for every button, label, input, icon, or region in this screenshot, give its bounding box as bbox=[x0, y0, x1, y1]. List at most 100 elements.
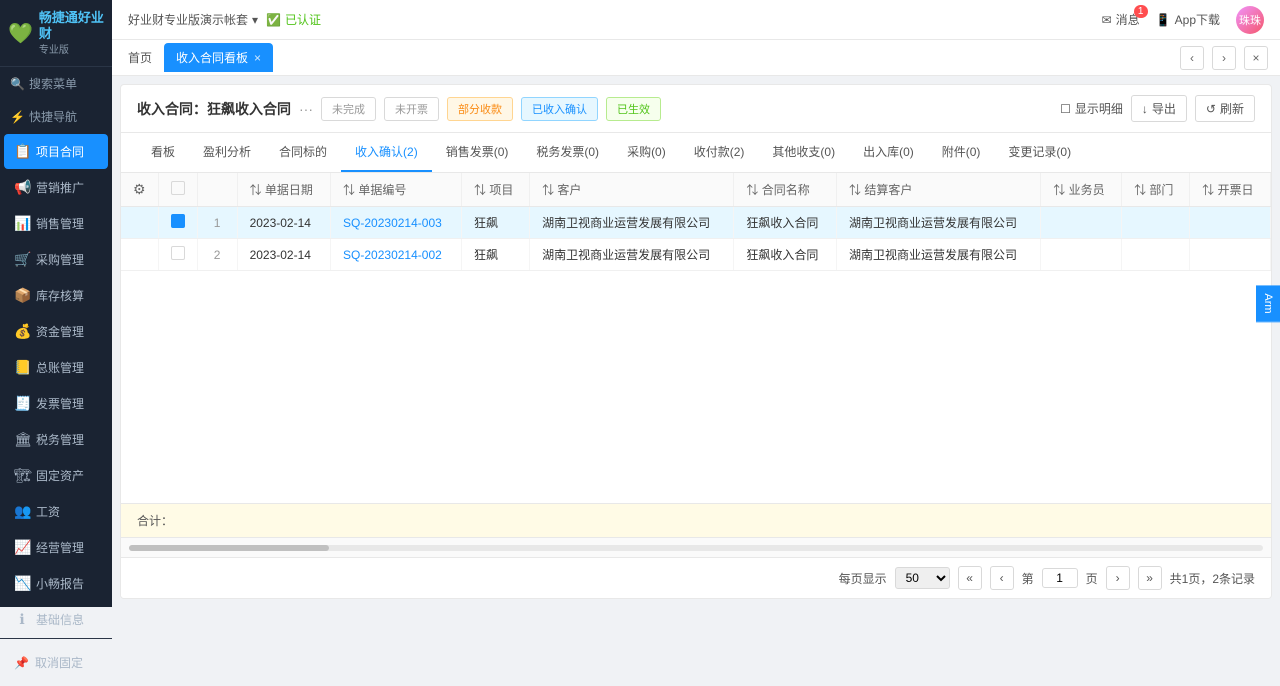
sidebar-item-tax[interactable]: 🏛税务管理 bbox=[4, 422, 108, 457]
sidebar-item-project-contract[interactable]: 📋项目合同 bbox=[4, 134, 108, 169]
sidebar-icon-hr: 👥 bbox=[14, 503, 30, 520]
tab-prev-button[interactable]: ‹ bbox=[1180, 46, 1204, 70]
sidebar-item-purchase[interactable]: 🛒采购管理 bbox=[4, 242, 108, 277]
sidebar-item-ops[interactable]: 📈经营管理 bbox=[4, 530, 108, 565]
col-settle-customer: ⇅ 结算客户 bbox=[837, 173, 1041, 207]
topbar-right: ✉ 消息 1 📱 App下载 珠珠 bbox=[1102, 6, 1264, 34]
status-confirmed-button[interactable]: 已收入确认 bbox=[521, 97, 598, 121]
sub-tab-tax-invoice[interactable]: 税务发票(0) bbox=[522, 133, 613, 172]
table-row[interactable]: 2 2023-02-14 SQ-20230214-002 狂飙 湖南卫视商业运营… bbox=[121, 239, 1271, 271]
summary-label: 合计： bbox=[137, 512, 173, 529]
col-number-label: ⇅ 单据编号 bbox=[343, 183, 406, 197]
tab-close-all-button[interactable]: × bbox=[1244, 46, 1268, 70]
col-department: ⇅ 部门 bbox=[1122, 173, 1190, 207]
settings-icon[interactable]: ⚙ bbox=[133, 181, 146, 197]
contract-more-button[interactable]: ··· bbox=[299, 101, 313, 117]
col-settings: ⚙ bbox=[121, 173, 158, 207]
row-number-link-0[interactable]: SQ-20230214-003 bbox=[343, 216, 442, 230]
sub-tab-contract-standard[interactable]: 合同标的 bbox=[265, 133, 341, 172]
col-project-label: ⇅ 项目 bbox=[474, 183, 513, 197]
app-edition: 专业版 bbox=[39, 41, 104, 56]
row-contract-name-0: 狂飙收入合同 bbox=[734, 207, 837, 239]
table-body: 1 2023-02-14 SQ-20230214-003 狂飙 湖南卫视商业运营… bbox=[121, 207, 1271, 271]
sidebar-bottom: 📌 取消固定 bbox=[0, 638, 112, 686]
app-download-button[interactable]: 📱 App下载 bbox=[1156, 11, 1220, 28]
row-customer-0: 湖南卫视商业运营发展有限公司 bbox=[530, 207, 734, 239]
topbar-left: 好业财专业版演示帐套 ▾ ✅ 已认证 bbox=[128, 11, 321, 28]
search-menu[interactable]: 🔍 搜索菜单 bbox=[0, 67, 112, 100]
sub-tab-attachment[interactable]: 附件(0) bbox=[928, 133, 995, 172]
per-page-select[interactable]: 50 100 bbox=[895, 567, 950, 589]
refresh-button[interactable]: ↺ 刷新 bbox=[1195, 95, 1255, 122]
refresh-label: 刷新 bbox=[1220, 100, 1244, 117]
sidebar-label-general: 总账管理 bbox=[36, 359, 84, 376]
company-selector[interactable]: 好业财专业版演示帐套 ▾ bbox=[128, 11, 258, 28]
sidebar-item-fund[interactable]: 💰资金管理 bbox=[4, 314, 108, 349]
contract-view: 收入合同：狂飙收入合同 ··· 未完成 未开票 部分收款 已收入确认 已生效 ☐… bbox=[120, 84, 1272, 599]
col-number: ⇅ 单据编号 bbox=[331, 173, 462, 207]
col-date: ⇅ 单据日期 bbox=[237, 173, 330, 207]
quick-nav-icon: ⚡ bbox=[10, 110, 25, 124]
row-number-1[interactable]: SQ-20230214-002 bbox=[331, 239, 462, 271]
sidebar-item-hr[interactable]: 👥工资 bbox=[4, 494, 108, 529]
sub-tab-profit[interactable]: 盈利分析 bbox=[189, 133, 265, 172]
row-check-0[interactable] bbox=[158, 207, 197, 239]
sidebar-item-general[interactable]: 📒总账管理 bbox=[4, 350, 108, 385]
sub-tab-sales-invoice[interactable]: 销售发票(0) bbox=[432, 133, 523, 172]
sidebar-item-fixed-assets[interactable]: 🏗固定资产 bbox=[4, 458, 108, 493]
data-table: ⚙ ⇅ 单据日期 ⇅ 单据编号 ⇅ 项目 ⇅ 客户 ⇅ 合同名称 ⇅ 结算客户 … bbox=[121, 173, 1271, 271]
sub-tab-purchase[interactable]: 采购(0) bbox=[613, 133, 680, 172]
arm-button[interactable]: Arm bbox=[1256, 285, 1280, 322]
scroll-thumb[interactable] bbox=[129, 545, 329, 551]
user-avatar[interactable]: 珠珠 bbox=[1236, 6, 1264, 34]
sidebar-item-mini-report[interactable]: 📉小畅报告 bbox=[4, 566, 108, 601]
unpin-button[interactable]: 📌 取消固定 bbox=[4, 647, 108, 678]
sub-tab-change-log[interactable]: 变更记录(0) bbox=[994, 133, 1085, 172]
status-partial-button[interactable]: 部分收款 bbox=[447, 97, 513, 121]
last-page-button[interactable]: » bbox=[1138, 566, 1162, 590]
table-row[interactable]: 1 2023-02-14 SQ-20230214-003 狂飙 湖南卫视商业运营… bbox=[121, 207, 1271, 239]
sub-tab-payment[interactable]: 收付款(2) bbox=[680, 133, 759, 172]
row-open-date-0 bbox=[1190, 207, 1271, 239]
status-incomplete-button[interactable]: 未完成 bbox=[321, 97, 376, 121]
sub-tab-other-income[interactable]: 其他收支(0) bbox=[758, 133, 849, 172]
page-label: 第 bbox=[1022, 570, 1034, 587]
select-all-checkbox[interactable] bbox=[171, 181, 185, 195]
home-tab[interactable]: 首页 bbox=[124, 49, 156, 66]
row-number-0[interactable]: SQ-20230214-003 bbox=[331, 207, 462, 239]
next-page-button[interactable]: › bbox=[1106, 566, 1130, 590]
sidebar-items: 📋项目合同📢营销推广📊销售管理🛒采购管理📦库存核算💰资金管理📒总账管理🧾发票管理… bbox=[0, 133, 112, 638]
show-detail-checkbox[interactable]: ☐ 显示明细 bbox=[1060, 100, 1123, 117]
page-number-input[interactable] bbox=[1042, 568, 1078, 588]
sidebar-icon-invoice: 🧾 bbox=[14, 395, 30, 412]
quick-nav[interactable]: ⚡ 快捷导航 bbox=[0, 100, 112, 133]
export-label: 导出 bbox=[1152, 100, 1176, 117]
app-name: 畅捷通好业财 bbox=[39, 10, 104, 41]
contract-header: 收入合同：狂飙收入合同 ··· 未完成 未开票 部分收款 已收入确认 已生效 ☐… bbox=[121, 85, 1271, 133]
messages-button[interactable]: ✉ 消息 1 bbox=[1102, 11, 1140, 28]
main-content: 好业财专业版演示帐套 ▾ ✅ 已认证 ✉ 消息 1 📱 App下载 珠珠 bbox=[112, 0, 1280, 607]
prev-page-button[interactable]: ‹ bbox=[990, 566, 1014, 590]
sub-tab-warehouse[interactable]: 出入库(0) bbox=[849, 133, 928, 172]
first-page-button[interactable]: « bbox=[958, 566, 982, 590]
sidebar-item-basic-info[interactable]: ℹ基础信息 bbox=[4, 602, 108, 637]
topbar: 好业财专业版演示帐套 ▾ ✅ 已认证 ✉ 消息 1 📱 App下载 珠珠 bbox=[112, 0, 1280, 40]
tab-close-button[interactable]: × bbox=[254, 51, 261, 65]
export-button[interactable]: ↓ 导出 bbox=[1131, 95, 1187, 122]
sidebar-item-sales[interactable]: 📊销售管理 bbox=[4, 206, 108, 241]
col-department-label: ⇅ 部门 bbox=[1134, 183, 1173, 197]
content-area: 收入合同：狂飙收入合同 ··· 未完成 未开票 部分收款 已收入确认 已生效 ☐… bbox=[112, 76, 1280, 607]
sidebar-item-inventory[interactable]: 📦库存核算 bbox=[4, 278, 108, 313]
sub-tab-kanban[interactable]: 看板 bbox=[137, 133, 189, 172]
sidebar-item-marketing[interactable]: 📢营销推广 bbox=[4, 170, 108, 205]
active-tab[interactable]: 收入合同看板 × bbox=[164, 43, 273, 72]
status-no-invoice-button[interactable]: 未开票 bbox=[384, 97, 439, 121]
row-number-link-1[interactable]: SQ-20230214-002 bbox=[343, 248, 442, 262]
status-effective-button[interactable]: 已生效 bbox=[606, 97, 661, 121]
contract-title: 收入合同：狂飙收入合同 bbox=[137, 99, 291, 119]
tab-next-button[interactable]: › bbox=[1212, 46, 1236, 70]
row-check-1[interactable] bbox=[158, 239, 197, 271]
sidebar-item-invoice[interactable]: 🧾发票管理 bbox=[4, 386, 108, 421]
export-icon: ↓ bbox=[1142, 102, 1148, 116]
sub-tab-income-confirm[interactable]: 收入确认(2) bbox=[341, 133, 432, 172]
